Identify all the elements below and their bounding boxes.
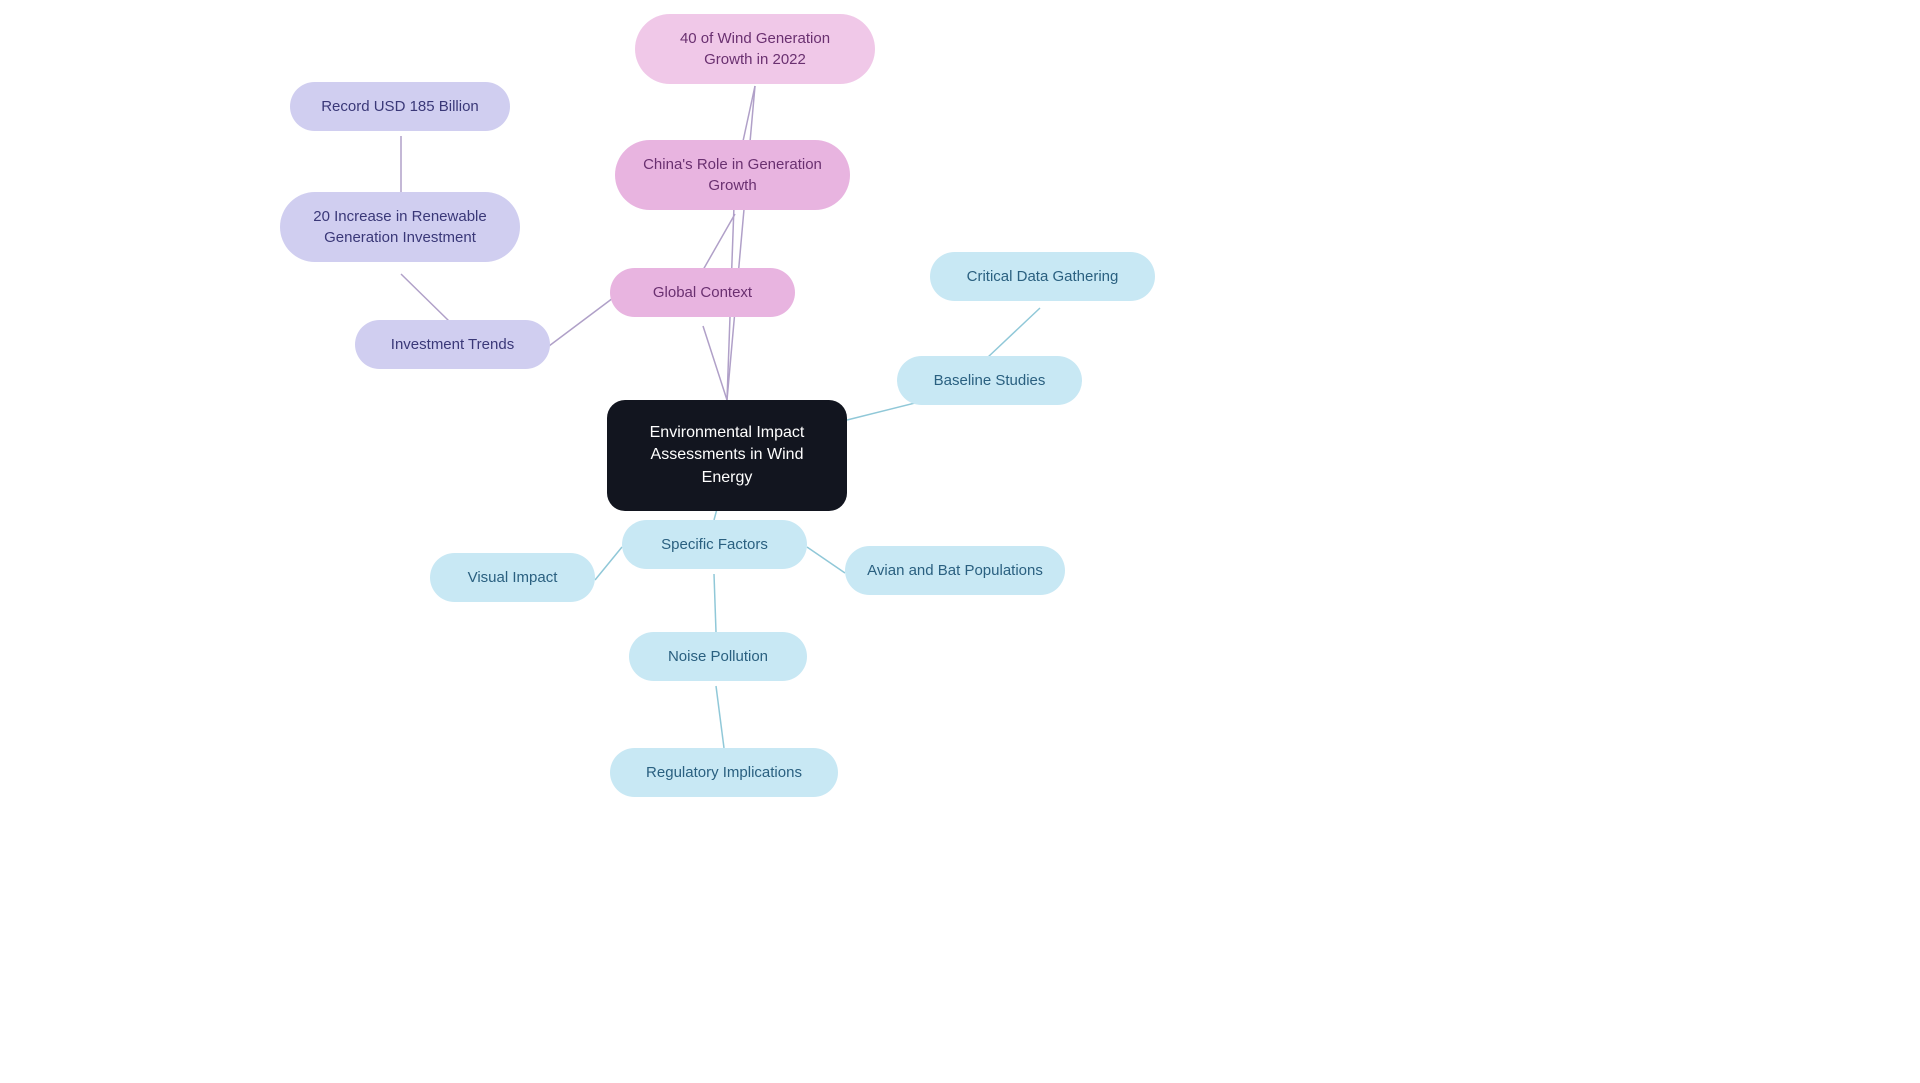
regulatory-node[interactable]: Regulatory Implications xyxy=(610,748,838,797)
chinas-role-node[interactable]: China's Role in Generation Growth xyxy=(615,140,850,210)
global-context-node[interactable]: Global Context xyxy=(610,268,795,317)
critical-data-node[interactable]: Critical Data Gathering xyxy=(930,252,1155,301)
wind-growth-node[interactable]: 40 of Wind Generation Growth in 2022 xyxy=(635,14,875,84)
connections-svg xyxy=(0,0,1920,1083)
baseline-studies-node[interactable]: Baseline Studies xyxy=(897,356,1082,405)
noise-pollution-node[interactable]: Noise Pollution xyxy=(629,632,807,681)
center-node[interactable]: Environmental Impact Assessments in Wind… xyxy=(607,400,847,511)
avian-bat-node[interactable]: Avian and Bat Populations xyxy=(845,546,1065,595)
renewable-investment-node[interactable]: 20 Increase in Renewable Generation Inve… xyxy=(280,192,520,262)
visual-impact-node[interactable]: Visual Impact xyxy=(430,553,595,602)
investment-trends-node[interactable]: Investment Trends xyxy=(355,320,550,369)
specific-factors-node[interactable]: Specific Factors xyxy=(622,520,807,569)
record-usd-node[interactable]: Record USD 185 Billion xyxy=(290,82,510,131)
mind-map: Environmental Impact Assessments in Wind… xyxy=(0,0,1920,1083)
